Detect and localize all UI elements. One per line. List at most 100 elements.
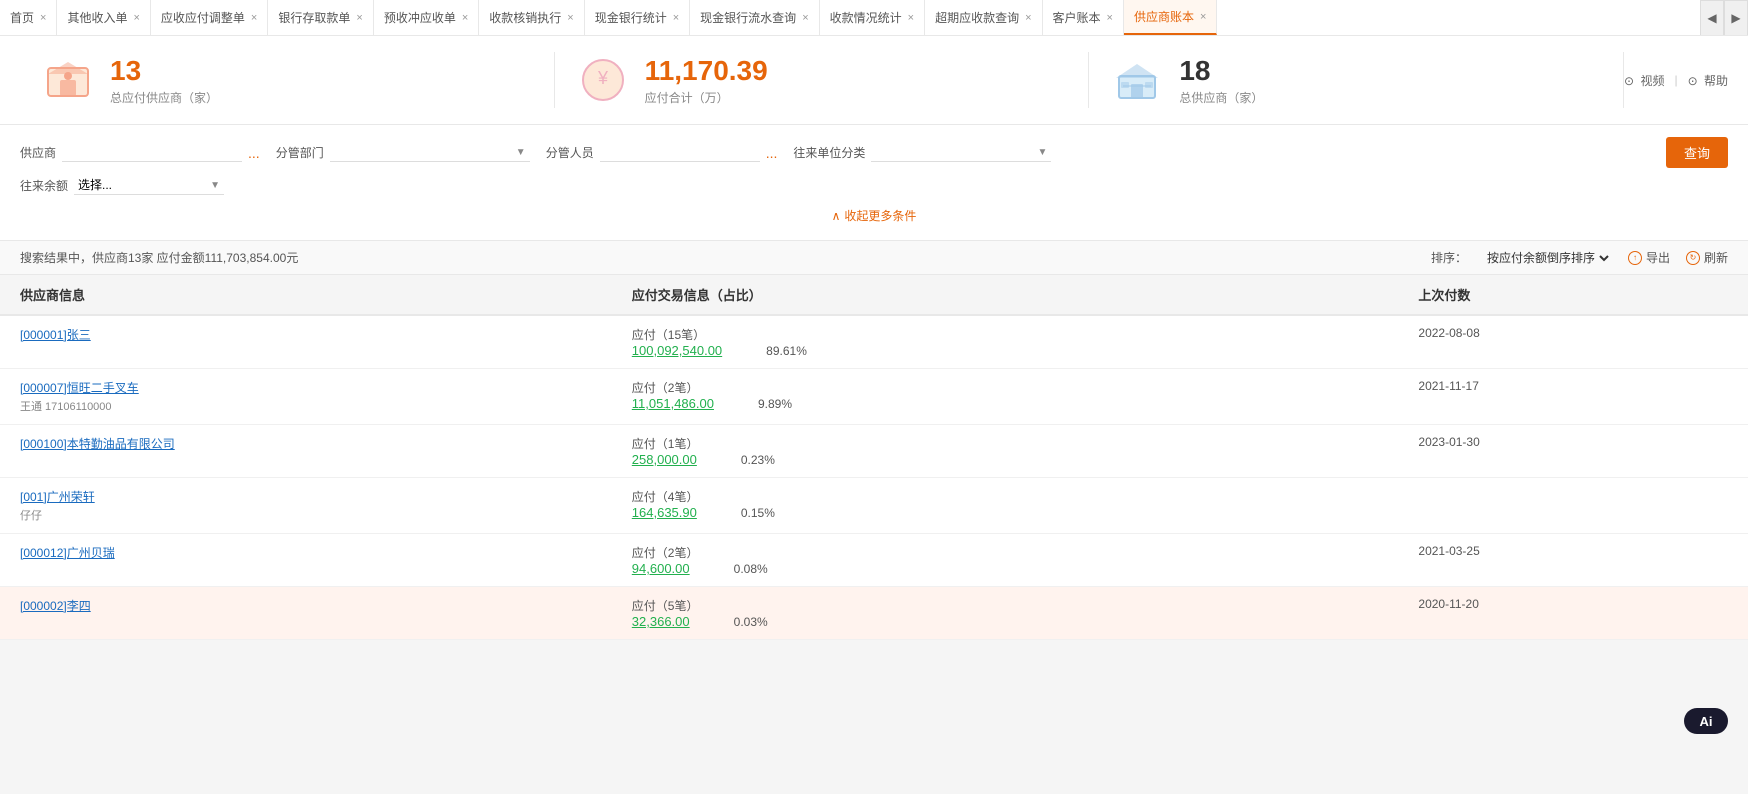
nav-tab-supplier-ledger[interactable]: 供应商账本 × <box>1124 0 1217 35</box>
export-icon: ↑ <box>1628 251 1642 265</box>
transaction-info-cell: 应付（15笔） 100,092,540.00 89.61% <box>612 315 1399 369</box>
person-input[interactable] <box>600 143 760 162</box>
top-right-links: ⊙ 视频 | ⊙ 帮助 <box>1624 72 1728 89</box>
amount-link[interactable]: 32,366.00 <box>632 614 690 629</box>
table-row: [000012]广州贝瑞 应付（2笔） 94,600.00 0.08% 2021… <box>0 534 1748 587</box>
close-tab-5[interactable]: × <box>567 12 573 24</box>
stat-total-sup-content: 18 总供应商（家） <box>1179 55 1263 106</box>
link-separator: | <box>1674 73 1677 87</box>
sort-select[interactable]: 按应付余额倒序排序 <box>1483 250 1612 266</box>
dept-select[interactable] <box>330 143 530 162</box>
collapse-bar: ∧ 收起更多条件 <box>20 203 1728 228</box>
refresh-button[interactable]: ↻ 刷新 <box>1686 249 1728 266</box>
filter-row-2: 往来余额 选择... ▼ <box>20 176 1728 195</box>
supplier-dots-btn[interactable]: ... <box>248 145 260 161</box>
nav-tab-adjustment[interactable]: 应收应付调整单 × <box>151 0 268 35</box>
result-summary-bar: 搜索结果中，供应商13家 应付金额111,703,854.00元 排序： 按应付… <box>0 241 1748 275</box>
nav-tab-collection-exec[interactable]: 收款核销执行 × <box>479 0 584 35</box>
amount-link[interactable]: 164,635.90 <box>632 505 697 520</box>
nav-tab-other-income[interactable]: 其他收入单 × <box>57 0 150 35</box>
close-tab-10[interactable]: × <box>1107 12 1113 24</box>
supplier-sub-info: 王通 17106110000 <box>20 398 592 414</box>
supplier-info-cell: [000012]广州贝瑞 <box>0 534 612 587</box>
dept-label: 分管部门 <box>276 144 324 161</box>
close-tab-2[interactable]: × <box>251 12 257 24</box>
supplier-link[interactable]: [000007]恒旺二手叉车 <box>20 381 139 395</box>
supplier-link[interactable]: [001]广州荣轩 <box>20 490 95 504</box>
filter-area: 供应商 ... 分管部门 ▼ 分管人员 ... 往来单位分类 <box>0 125 1748 241</box>
last-payment-date: 2022-08-08 <box>1418 326 1479 340</box>
close-tab-3[interactable]: × <box>356 12 362 24</box>
amount-link[interactable]: 258,000.00 <box>632 452 697 467</box>
close-tab-6[interactable]: × <box>673 12 679 24</box>
video-link[interactable]: ⊙ 视频 <box>1624 72 1664 89</box>
close-tab-1[interactable]: × <box>133 12 139 24</box>
refresh-icon: ↻ <box>1686 251 1700 265</box>
category-label: 往来单位分类 <box>793 144 865 161</box>
close-tab-8[interactable]: × <box>908 12 914 24</box>
amount-link[interactable]: 11,051,486.00 <box>632 396 714 411</box>
nav-scroll-left[interactable]: ◀ <box>1700 0 1724 36</box>
close-tab-4[interactable]: × <box>462 12 468 24</box>
supplier-link[interactable]: [000001]张三 <box>20 328 91 342</box>
stat-total-number: 11,170.39 <box>645 55 768 87</box>
nav-tab-cash-bank-stats[interactable]: 现金银行统计 × <box>585 0 690 35</box>
filter-supplier: 供应商 ... <box>20 143 260 162</box>
stat-payable-label: 总应付供应商（家） <box>110 89 218 106</box>
percent-text: 0.23% <box>721 453 775 467</box>
person-label: 分管人员 <box>546 144 594 161</box>
person-dots-btn[interactable]: ... <box>766 145 778 161</box>
supplier-info-cell: [000002]李四 <box>0 587 612 640</box>
sort-label: 排序： <box>1431 249 1467 266</box>
close-tab-home[interactable]: × <box>40 12 46 24</box>
close-tab-9[interactable]: × <box>1025 12 1031 24</box>
filter-person: 分管人员 ... <box>546 143 778 162</box>
ai-badge[interactable]: Ai <box>1684 708 1728 734</box>
search-button[interactable]: 查询 <box>1666 137 1728 168</box>
help-link[interactable]: ⊙ 帮助 <box>1688 72 1728 89</box>
nav-tab-prepay-offset[interactable]: 预收冲应收单 × <box>374 0 479 35</box>
percent-text: 89.61% <box>746 344 807 358</box>
stat-payable-content: 13 总应付供应商（家） <box>110 55 218 106</box>
svg-text:¥: ¥ <box>597 68 609 88</box>
table-header: 供应商信息 应付交易信息（占比） 上次付数 <box>0 275 1748 315</box>
result-actions: 排序： 按应付余额倒序排序 ↑ 导出 ↻ 刷新 <box>1431 249 1728 266</box>
amount-link[interactable]: 94,600.00 <box>632 561 690 576</box>
nav-scroll-arrows: ◀ ▶ <box>1700 0 1748 36</box>
percent-text: 0.08% <box>714 562 768 576</box>
col-transaction-info: 应付交易信息（占比） <box>612 275 1399 315</box>
col-last-payment: 上次付数 <box>1398 275 1748 315</box>
nav-tab-overdue-query[interactable]: 超期应收款查询 × <box>925 0 1042 35</box>
stat-payable-number: 13 <box>110 55 218 87</box>
last-payment-cell: 2022-08-08 <box>1398 315 1748 369</box>
balance-select[interactable]: 选择... <box>74 176 224 195</box>
supplier-link[interactable]: [000100]本特勤油品有限公司 <box>20 437 175 451</box>
help-circle-icon: ⊙ <box>1688 74 1698 88</box>
export-button[interactable]: ↑ 导出 <box>1628 249 1670 266</box>
stat-total-suppliers: 18 总供应商（家） <box>1089 52 1624 108</box>
supplier-link[interactable]: [000012]广州贝瑞 <box>20 546 115 560</box>
nav-tab-collection-stats[interactable]: 收款情况统计 × <box>820 0 925 35</box>
nav-tab-home[interactable]: 首页 × <box>0 0 57 35</box>
nav-tab-customer-ledger[interactable]: 客户账本 × <box>1043 0 1124 35</box>
table-row: [001]广州荣轩仔仔 应付（4笔） 164,635.90 0.15% <box>0 478 1748 534</box>
nav-tab-cash-bank-flow[interactable]: 现金银行流水查询 × <box>690 0 819 35</box>
nav-tab-bank-deposit[interactable]: 银行存取款单 × <box>268 0 373 35</box>
transaction-label: 应付（4笔） <box>632 488 1379 505</box>
amount-link[interactable]: 100,092,540.00 <box>632 343 722 358</box>
transaction-label: 应付（15笔） <box>632 326 1379 343</box>
last-payment-cell: 2023-01-30 <box>1398 425 1748 478</box>
category-select[interactable] <box>871 143 1051 162</box>
supplier-input[interactable] <box>62 143 242 162</box>
supplier-info-cell: [001]广州荣轩仔仔 <box>0 478 612 534</box>
supplier-sub-info: 仔仔 <box>20 507 592 523</box>
percent-text: 9.89% <box>738 397 792 411</box>
collapse-button[interactable]: ∧ 收起更多条件 <box>832 207 917 224</box>
close-tab-7[interactable]: × <box>802 12 808 24</box>
supplier-table: 供应商信息 应付交易信息（占比） 上次付数 [000001]张三 应付（15笔）… <box>0 275 1748 640</box>
supplier-link[interactable]: [000002]李四 <box>20 599 91 613</box>
last-payment-cell: 2021-03-25 <box>1398 534 1748 587</box>
nav-scroll-right[interactable]: ▶ <box>1724 0 1748 36</box>
close-tab-11[interactable]: × <box>1200 11 1206 23</box>
balance-select-wrapper: 选择... ▼ <box>74 176 224 195</box>
